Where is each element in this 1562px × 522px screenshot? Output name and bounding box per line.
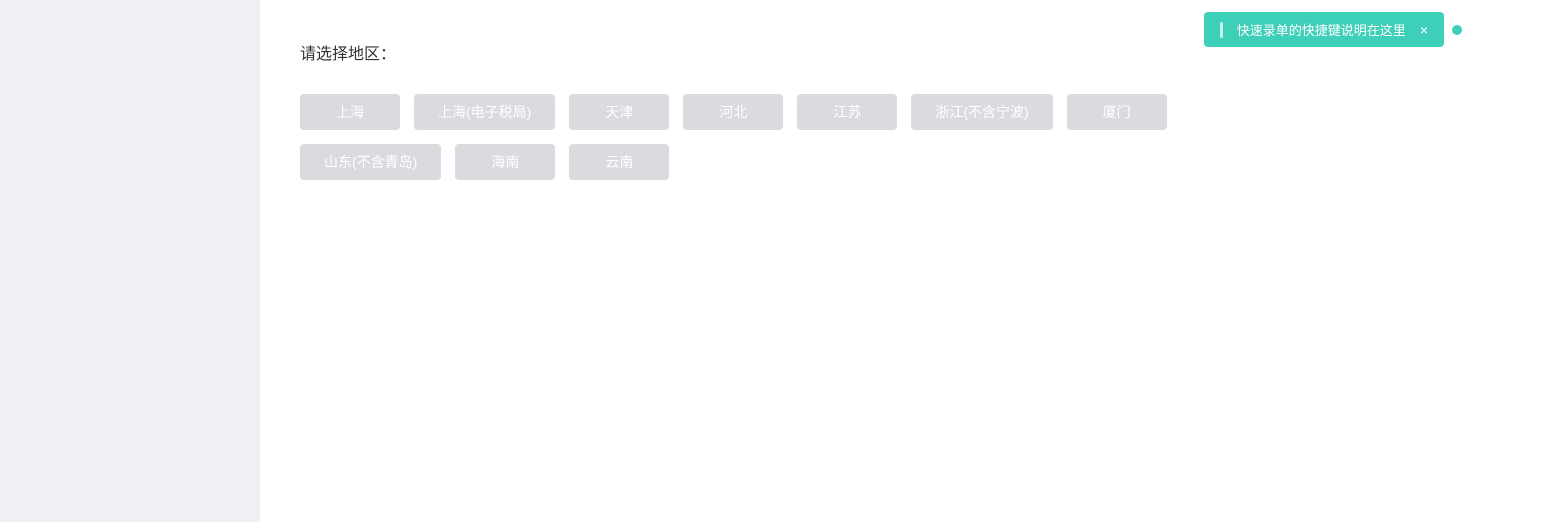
region-button-hainan[interactable]: 海南 xyxy=(455,144,555,180)
tooltip-container: 快速录单的快捷键说明在这里 × xyxy=(1204,12,1462,47)
tooltip-close-button[interactable]: × xyxy=(1420,22,1428,38)
region-button-shanghai-etax[interactable]: 上海(电子税局) xyxy=(414,94,555,130)
region-button-shanghai[interactable]: 上海 xyxy=(300,94,400,130)
region-button-tianjin[interactable]: 天津 xyxy=(569,94,669,130)
region-button-shandong[interactable]: 山东(不含青岛) xyxy=(300,144,441,180)
tooltip-bubble: 快速录单的快捷键说明在这里 × xyxy=(1204,12,1444,47)
tooltip-dot xyxy=(1452,25,1462,35)
region-button-xiamen[interactable]: 厦门 xyxy=(1067,94,1167,130)
region-row-2: 山东(不含青岛) 海南云南 xyxy=(300,144,1522,180)
region-button-jiangsu[interactable]: 江苏 xyxy=(797,94,897,130)
region-button-yunnan[interactable]: 云南 xyxy=(569,144,669,180)
tooltip-text: 快速录单的快捷键说明在这里 xyxy=(1237,20,1406,39)
region-button-zhejiang[interactable]: 浙江(不含宁波) xyxy=(911,94,1052,130)
region-button-hebei[interactable]: 河北 xyxy=(683,94,783,130)
region-row-1: 上海上海(电子税局) 天津河北江苏浙江(不含宁波) 厦门 xyxy=(300,94,1522,130)
main-content: 请选择地区： 上海上海(电子税局)天津河北江苏浙江(不含宁波)厦门 山东(不含青… xyxy=(260,0,1562,522)
sidebar xyxy=(0,0,260,522)
